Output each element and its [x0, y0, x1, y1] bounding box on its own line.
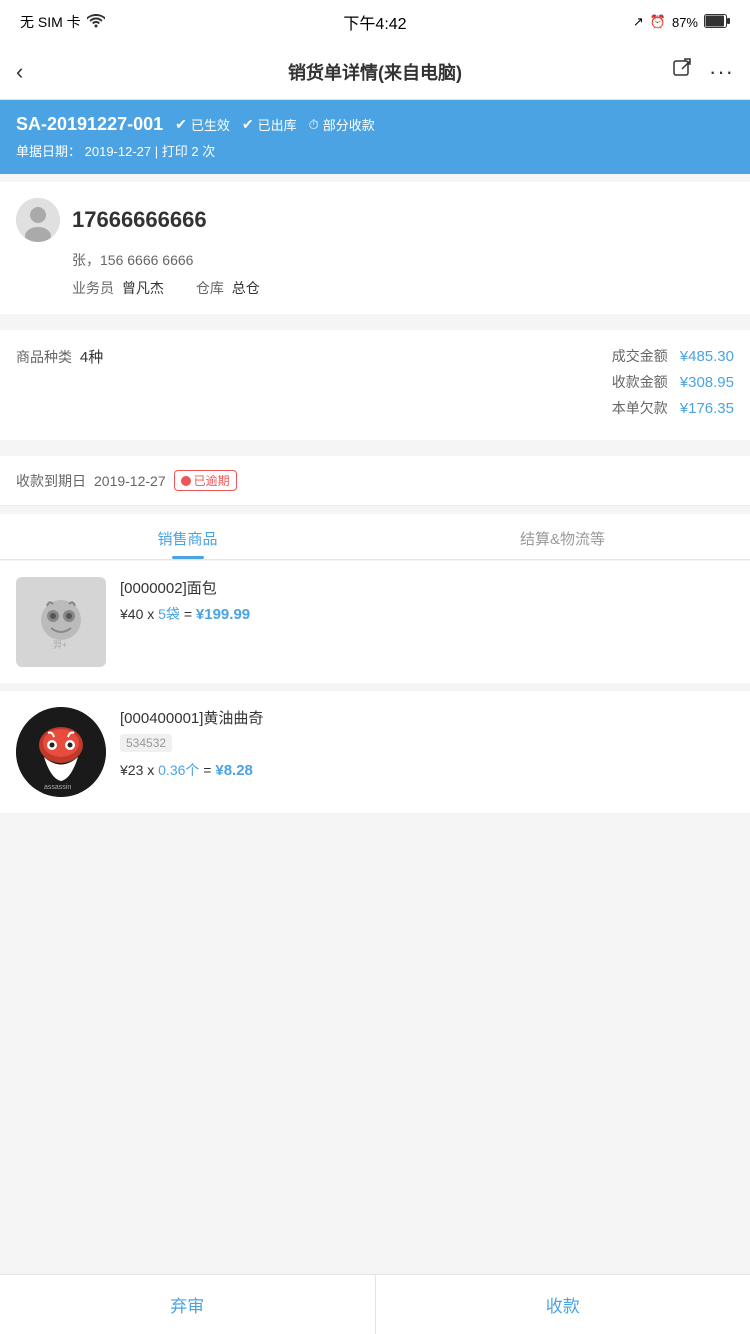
order-id: SA-20191227-001 [16, 114, 163, 135]
svg-text:assassin: assassin [44, 784, 71, 791]
product-price-2: ¥23 x 0.36个 = ¥8.28 [120, 760, 734, 780]
bottom-bar: 弃审 收款 [0, 1274, 750, 1334]
warehouse-value: 总仓 [232, 280, 260, 296]
tab-settlement[interactable]: 结算&物流等 [375, 514, 750, 559]
product-thumb-2: assassin [16, 707, 106, 797]
wifi-icon [87, 14, 105, 31]
overdue-dot-icon [181, 476, 191, 486]
alarm-icon: ⏰ [650, 14, 666, 30]
stats-section: 商品种类 4种 成交金额 ¥485.30 收款金额 ¥308.95 本单欠款 ¥… [0, 330, 750, 440]
receipt-amount: ¥308.95 [680, 374, 734, 391]
header-band: SA-20191227-001 ✔ 已生效 ✔ 已出库 ⏱ 部分收款 单据日期：… [0, 100, 750, 174]
due-section: 收款到期日 2019-12-27 已逾期 [0, 456, 750, 506]
status-bar: 无 SIM 卡 下午4:42 ↗ ⏰ 87% [0, 0, 750, 44]
tab-products[interactable]: 销售商品 [0, 514, 375, 559]
deal-amount-row: 成交金额 ¥485.30 [612, 346, 734, 366]
receipt-amount-row: 收款金额 ¥308.95 [612, 372, 734, 392]
debt-amount: ¥176.35 [680, 400, 734, 417]
due-date: 2019-12-27 [94, 473, 166, 489]
page-title: 销货单详情(来自电脑) [288, 59, 462, 85]
battery-icon [704, 14, 730, 31]
debt-amount-row: 本单欠款 ¥176.35 [612, 398, 734, 418]
product-total-2: ¥8.28 [215, 762, 253, 779]
product-total-1: ¥199.99 [196, 606, 250, 623]
divider-1 [0, 314, 750, 322]
status-time: 下午4:42 [343, 10, 406, 34]
product-tag-2: 534532 [120, 734, 172, 752]
location-icon: ↗ [633, 14, 644, 30]
overdue-badge: 已逾期 [174, 470, 237, 491]
status-right: ↗ ⏰ 87% [633, 14, 730, 31]
share-icon[interactable] [671, 58, 693, 85]
more-icon[interactable]: ··· [709, 59, 734, 85]
product-name-1: [0000002]面包 [120, 577, 734, 598]
product-item-2: assassin [000400001]黄油曲奇 534532 ¥23 x 0.… [0, 691, 750, 813]
due-label: 收款到期日 [16, 471, 86, 491]
check-icon-2: ✔ [242, 116, 254, 133]
product-list: 羿+ [0000002]面包 ¥40 x 5袋 = ¥199.99 [0, 561, 750, 873]
confirm-button[interactable]: 收款 [376, 1275, 750, 1334]
product-name-2: [000400001]黄油曲奇 [120, 707, 734, 728]
nav-bar: ‹ 销货单详情(来自电脑) ··· [0, 44, 750, 100]
order-date-info: 单据日期： 2019-12-27 | 打印 2 次 [16, 141, 734, 160]
salesperson-label: 业务员 曾凡杰 [72, 278, 164, 298]
cancel-button[interactable]: 弃审 [0, 1275, 376, 1334]
deal-amount: ¥485.30 [680, 348, 734, 365]
warehouse-label: 仓库 总仓 [196, 278, 260, 298]
product-info-2: [000400001]黄油曲奇 534532 ¥23 x 0.36个 = ¥8.… [120, 707, 734, 780]
stats-category: 商品种类 4种 [16, 346, 103, 367]
status-effective: ✔ 已生效 [175, 115, 230, 134]
sim-status: 无 SIM 卡 [20, 12, 81, 32]
stats-amounts: 成交金额 ¥485.30 收款金额 ¥308.95 本单欠款 ¥176.35 [612, 346, 734, 424]
back-button[interactable]: ‹ [16, 59, 23, 85]
customer-contact: 张，156 6666 6666 [16, 250, 734, 270]
product-info-1: [0000002]面包 ¥40 x 5袋 = ¥199.99 [120, 577, 734, 624]
status-shipped: ✔ 已出库 [242, 115, 297, 134]
clock-icon: ⏱ [309, 117, 319, 133]
svg-text:羿+: 羿+ [53, 640, 67, 650]
status-partial-payment: ⏱ 部分收款 [309, 115, 375, 134]
divider-2 [0, 440, 750, 448]
customer-section: 17666666666 张，156 6666 6666 业务员 曾凡杰 仓库 总… [0, 182, 750, 314]
salesperson-value: 曾凡杰 [122, 280, 164, 296]
nav-actions: ··· [671, 58, 734, 85]
customer-meta: 业务员 曾凡杰 仓库 总仓 [16, 278, 734, 298]
product-qty-2: 0.36个 [158, 762, 199, 778]
product-price-1: ¥40 x 5袋 = ¥199.99 [120, 604, 734, 624]
battery-level: 87% [672, 15, 698, 30]
tab-bar: 销售商品 结算&物流等 [0, 514, 750, 560]
product-qty-1: 5袋 [158, 606, 180, 622]
check-icon-1: ✔ [175, 116, 187, 133]
product-thumb-1: 羿+ [16, 577, 106, 667]
status-left: 无 SIM 卡 [20, 12, 105, 32]
product-item-1: 羿+ [0000002]面包 ¥40 x 5袋 = ¥199.99 [0, 561, 750, 683]
customer-id: 17666666666 [72, 207, 207, 233]
customer-avatar [16, 198, 60, 242]
